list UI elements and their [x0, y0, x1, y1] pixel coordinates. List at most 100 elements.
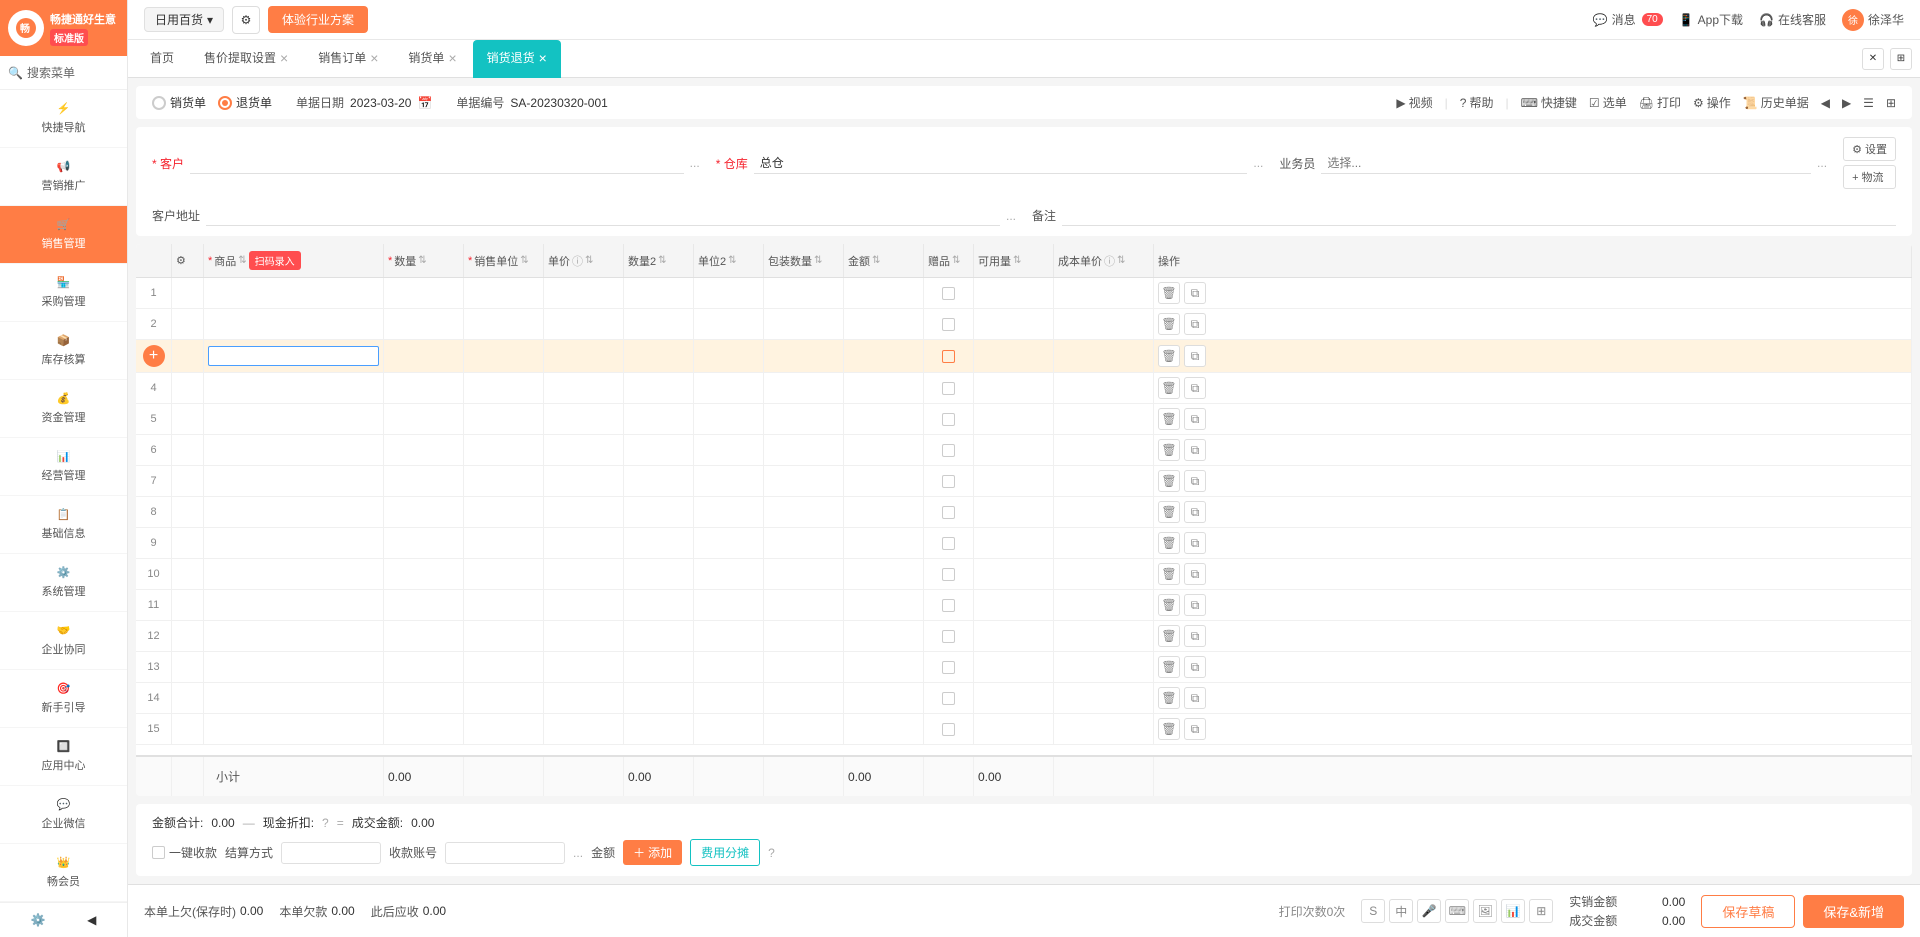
cell-cost-1[interactable] [1054, 278, 1154, 308]
copy-icon[interactable]: ⧉ [1184, 501, 1206, 523]
gift-checkbox-2[interactable] [942, 318, 955, 331]
cell-unit-3[interactable] [464, 340, 544, 372]
save-new-button[interactable]: 保存&新增 [1803, 895, 1904, 928]
cell-product-2[interactable] [204, 309, 384, 339]
one-key-checkbox[interactable] [152, 846, 165, 859]
delete-icon[interactable]: 🗑 [1158, 594, 1180, 616]
cost-help-icon[interactable]: ⓘ [1104, 253, 1115, 269]
address-input[interactable] [206, 205, 1000, 226]
cell-price-1[interactable] [544, 278, 624, 308]
gift-checkbox[interactable] [942, 692, 955, 705]
copy-icon[interactable]: ⧉ [1184, 377, 1206, 399]
scan-button[interactable]: 扫码录入 [249, 251, 301, 270]
sidebar-item-member[interactable]: 👑 畅会员 [0, 844, 127, 902]
sidebar-item-operations[interactable]: 📊 经营管理 [0, 438, 127, 496]
cell-amount-3[interactable] [844, 340, 924, 372]
qr-icon[interactable]: ⊞ [1529, 899, 1553, 923]
footer-help-icon[interactable]: ? [768, 846, 775, 860]
copy-icon[interactable]: ⧉ [1184, 656, 1206, 678]
toolbar-operate[interactable]: ⚙ 操作 [1693, 94, 1731, 111]
sort-product-icon[interactable]: ⇅ [238, 255, 246, 266]
sort-qty2-icon[interactable]: ⇅ [658, 255, 666, 266]
topbar-settings-button[interactable]: ⚙ [232, 6, 260, 34]
gift-checkbox[interactable] [942, 475, 955, 488]
experience-button[interactable]: 体验行业方案 [268, 6, 368, 33]
settings-side-button[interactable]: ⚙ 设置 [1843, 137, 1896, 161]
cell-pack-1[interactable] [764, 278, 844, 308]
gift-checkbox[interactable] [942, 506, 955, 519]
salesperson-dots[interactable]: ... [1817, 156, 1827, 170]
gift-checkbox[interactable] [942, 537, 955, 550]
delete-icon[interactable]: 🗑 [1158, 563, 1180, 585]
delete-icon[interactable]: 🗑 [1158, 532, 1180, 554]
delete-row-1[interactable]: 🗑 [1158, 282, 1180, 304]
logistics-side-button[interactable]: + 物流 [1843, 165, 1896, 189]
copy-icon[interactable]: ⧉ [1184, 408, 1206, 430]
sort-cost-icon[interactable]: ⇅ [1117, 255, 1125, 266]
cell-price-2[interactable] [544, 309, 624, 339]
message-item[interactable]: 💬 消息 70 [1593, 11, 1663, 28]
toolbar-nav-next[interactable]: ▶ [1842, 96, 1851, 110]
cell-amount-1[interactable] [844, 278, 924, 308]
cell-pack-2[interactable] [764, 309, 844, 339]
chart-icon[interactable]: 📊 [1501, 899, 1525, 923]
gift-checkbox[interactable] [942, 630, 955, 643]
sort-amount-icon[interactable]: ⇅ [872, 255, 880, 266]
th-gear[interactable]: ⚙ [172, 244, 204, 277]
keyboard-icon[interactable]: ⌨ [1445, 899, 1469, 923]
toolbar-view-list[interactable]: ☰ [1863, 96, 1874, 110]
copy-icon[interactable]: ⧉ [1184, 594, 1206, 616]
gift-checkbox-3[interactable] [942, 350, 955, 363]
gift-checkbox[interactable] [942, 661, 955, 674]
sort-qty-icon[interactable]: ⇅ [418, 255, 426, 266]
cell-qty-3[interactable] [384, 340, 464, 372]
product-input-active[interactable] [208, 346, 379, 366]
delete-icon[interactable]: 🗑 [1158, 625, 1180, 647]
cell-unit-1[interactable] [464, 278, 544, 308]
copy-icon[interactable]: ⧉ [1184, 625, 1206, 647]
delete-icon[interactable]: 🗑 [1158, 687, 1180, 709]
toolbar-select[interactable]: ☑ 选单 [1589, 94, 1627, 111]
copy-icon[interactable]: ⧉ [1184, 718, 1206, 740]
radio-sales[interactable]: 销货单 [152, 94, 206, 111]
cell-avail-1[interactable] [974, 278, 1054, 308]
tab-price-settings-close[interactable]: × [280, 50, 288, 66]
sort-unit-icon[interactable]: ⇅ [520, 255, 528, 266]
radio-return[interactable]: 退货单 [218, 94, 272, 111]
online-service-item[interactable]: 🎧 在线客服 [1759, 11, 1826, 28]
add-row-button[interactable]: + [143, 345, 165, 367]
sidebar-item-shortcut[interactable]: ⚡ 快捷导航 [0, 90, 127, 148]
tab-sales[interactable]: 销货单 × [394, 40, 470, 78]
copy-row-3[interactable]: ⧉ [1184, 345, 1206, 367]
address-dots[interactable]: ... [1006, 209, 1016, 223]
cell-product-1[interactable] [204, 278, 384, 308]
tab-home[interactable]: 首页 [136, 40, 188, 78]
gift-checkbox[interactable] [942, 723, 955, 736]
tab-sales-close[interactable]: × [448, 50, 456, 66]
sidebar-item-purchase[interactable]: 🏪 采购管理 [0, 264, 127, 322]
tab-sales-order[interactable]: 销售订单 × [304, 40, 392, 78]
delete-row-3[interactable]: 🗑 [1158, 345, 1180, 367]
account-input[interactable] [445, 842, 565, 864]
delete-icon[interactable]: 🗑 [1158, 501, 1180, 523]
sidebar-item-guide[interactable]: 🎯 新手引导 [0, 670, 127, 728]
tab-price-settings[interactable]: 售价提取设置 × [190, 40, 302, 78]
remark-input[interactable] [1062, 205, 1896, 226]
delete-row-2[interactable]: 🗑 [1158, 313, 1180, 335]
app-download-item[interactable]: 📱 App下载 [1679, 11, 1743, 28]
settings-bottom-icon[interactable]: ⚙️ [31, 913, 46, 927]
daily-select[interactable]: 日用百货 ▾ [144, 7, 224, 32]
one-key-payment-checkbox[interactable]: 一键收款 [152, 844, 217, 861]
delete-icon[interactable]: 🗑 [1158, 439, 1180, 461]
gift-checkbox[interactable] [942, 599, 955, 612]
copy-icon[interactable]: ⧉ [1184, 470, 1206, 492]
sort-pack-icon[interactable]: ⇅ [814, 255, 822, 266]
cell-gift-1[interactable] [924, 278, 974, 308]
toolbar-video[interactable]: ▶ 视频 [1396, 94, 1432, 111]
price-help-icon[interactable]: ⓘ [572, 253, 583, 269]
gift-checkbox[interactable] [942, 444, 955, 457]
sidebar-item-finance[interactable]: 💰 资金管理 [0, 380, 127, 438]
cell-unit2-3[interactable] [694, 340, 764, 372]
cell-pack-3[interactable] [764, 340, 844, 372]
tab-sales-return[interactable]: 销货退货 × [473, 40, 561, 78]
